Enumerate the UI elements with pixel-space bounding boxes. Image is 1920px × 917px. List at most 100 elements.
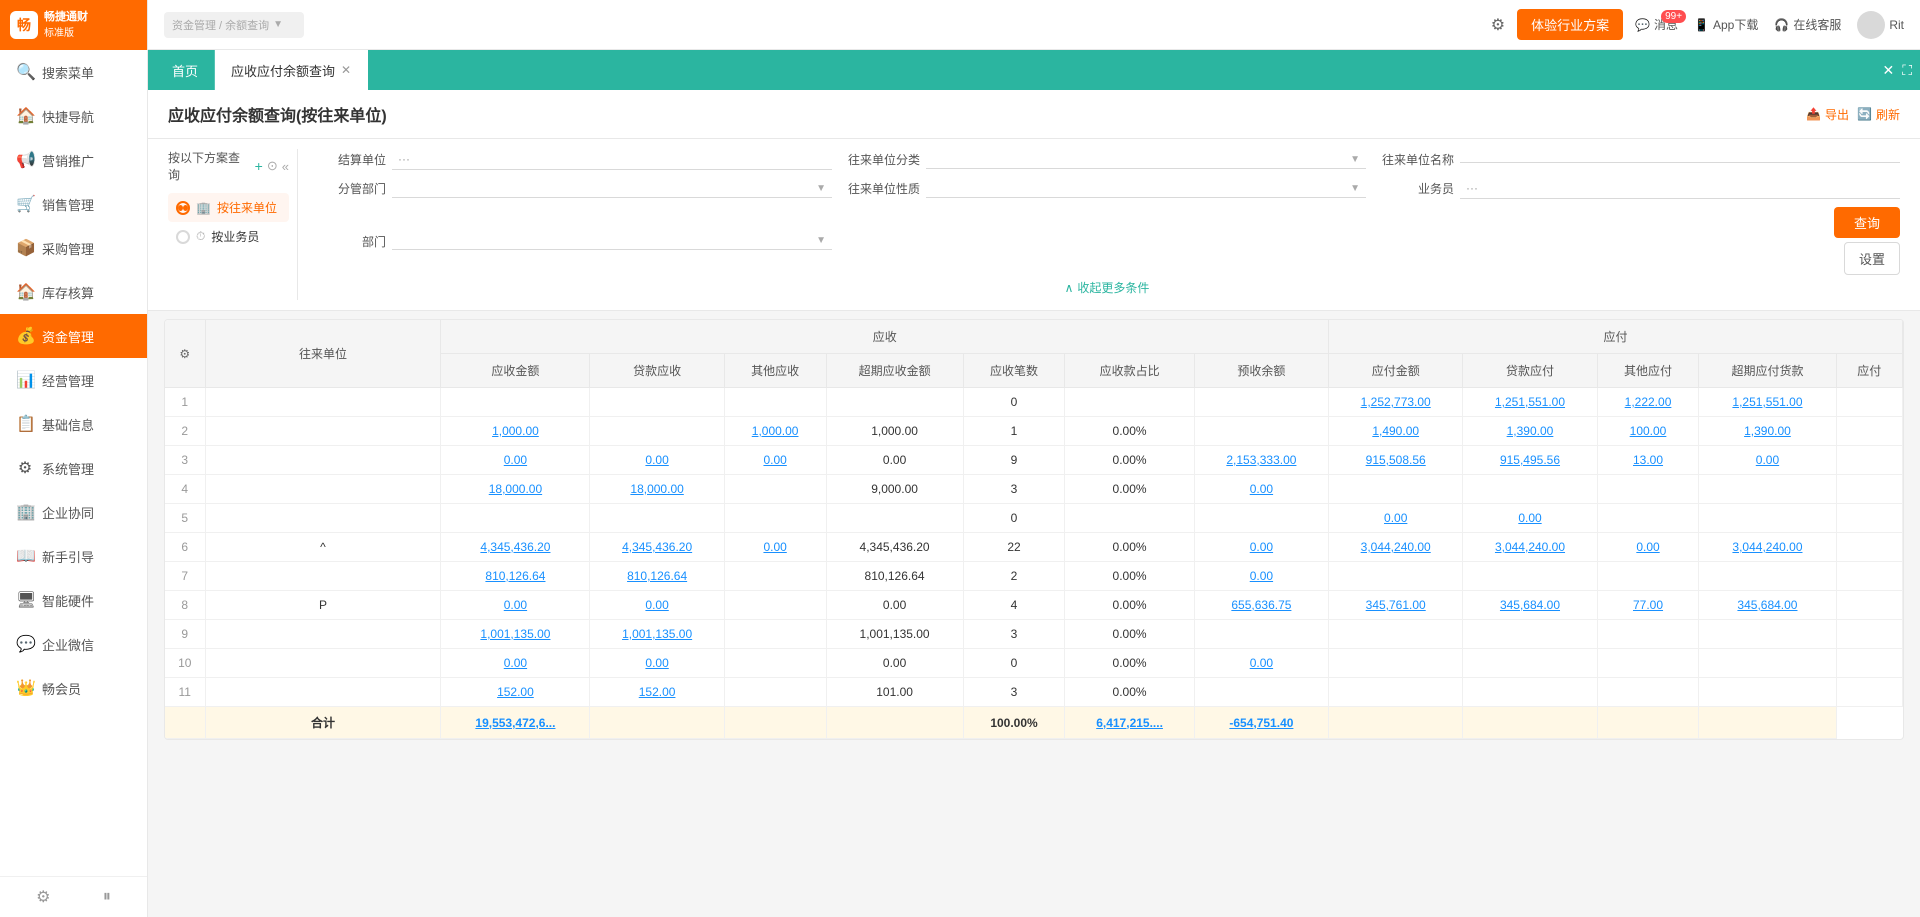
cell-ar-loan[interactable]: 0.00 xyxy=(590,591,724,620)
cell-ar-count: 1 xyxy=(963,417,1065,446)
cell-ar-loan[interactable]: 4,345,436.20 xyxy=(590,533,724,562)
cell-ap-loan[interactable]: 0.00 xyxy=(1463,504,1597,533)
cell-ap-amount[interactable]: 3,044,240.00 xyxy=(1329,533,1463,562)
cell-ar-amount[interactable]: 1,000.00 xyxy=(441,417,590,446)
filter-settings-icon[interactable]: ⊙ xyxy=(267,158,278,174)
cell-ar-loan[interactable]: 18,000.00 xyxy=(590,475,724,504)
sidebar-item-sales[interactable]: 🛒 销售管理 xyxy=(0,182,147,226)
tab-close-icon[interactable]: ✕ xyxy=(341,63,351,77)
cell-prepay[interactable]: 0.00 xyxy=(1194,649,1328,678)
query-button[interactable]: 查询 xyxy=(1834,207,1900,238)
th-settings[interactable]: ⚙ xyxy=(165,320,205,388)
partner-category-input[interactable]: ▼ xyxy=(926,151,1366,169)
service-action[interactable]: 🎧 在线客服 xyxy=(1774,16,1841,33)
cell-prepay[interactable]: 655,636.75 xyxy=(1194,591,1328,620)
add-filter-icon[interactable]: + xyxy=(255,158,263,174)
footer-ap-total[interactable]: -654,751.40 xyxy=(1194,707,1328,739)
cell-ap-other[interactable]: 100.00 xyxy=(1597,417,1699,446)
sidebar-collapse-btn[interactable]: ⏸ xyxy=(103,888,111,906)
cell-ap-overdue[interactable]: 0.00 xyxy=(1699,446,1836,475)
sidebar-item-guide[interactable]: 📖 新手引导 xyxy=(0,534,147,578)
cell-prepay[interactable]: 0.00 xyxy=(1194,562,1328,591)
collapse-button[interactable]: ∧ 收起更多条件 xyxy=(1065,279,1150,296)
sidebar-item-marketing[interactable]: 📢 营销推广 xyxy=(0,138,147,182)
message-action[interactable]: 💬 消息 99+ xyxy=(1635,16,1678,33)
salesman-input[interactable]: ··· xyxy=(1460,178,1900,199)
cell-ar-loan[interactable]: 1,001,135.00 xyxy=(590,620,724,649)
cell-ar-amount[interactable]: 152.00 xyxy=(441,678,590,707)
filter-by-salesman[interactable]: ⏱ 按业务员 xyxy=(168,222,289,251)
settings-icon[interactable]: ⚙ xyxy=(1491,15,1505,35)
cell-ar-loan[interactable]: 0.00 xyxy=(590,446,724,475)
cell-ar-other[interactable]: 1,000.00 xyxy=(724,417,826,446)
cell-ap-overdue[interactable]: 1,390.00 xyxy=(1699,417,1836,446)
filter-by-partner[interactable]: 🏢 按往来单位 xyxy=(168,193,289,222)
sidebar-item-search[interactable]: 🔍 搜索菜单 xyxy=(0,50,147,94)
cell-ap-overdue[interactable]: 1,251,551.00 xyxy=(1699,388,1836,417)
cell-ar-loan[interactable]: 810,126.64 xyxy=(590,562,724,591)
cell-ap-loan[interactable]: 1,390.00 xyxy=(1463,417,1597,446)
cell-ap-overdue[interactable]: 3,044,240.00 xyxy=(1699,533,1836,562)
cell-ap-loan[interactable]: 915,495.56 xyxy=(1463,446,1597,475)
tab-home[interactable]: 首页 xyxy=(156,50,215,90)
cell-ap-amount[interactable]: 1,252,773.00 xyxy=(1329,388,1463,417)
sidebar-settings-btn[interactable]: ⚙ xyxy=(36,887,50,907)
cta-button[interactable]: 体验行业方案 xyxy=(1517,9,1623,40)
sidebar-item-wechat[interactable]: 💬 企业微信 xyxy=(0,622,147,666)
cell-ap-overdue[interactable]: 345,684.00 xyxy=(1699,591,1836,620)
settlement-unit-input[interactable]: ··· xyxy=(392,149,832,170)
sidebar-item-inventory[interactable]: 🏠 库存核算 xyxy=(0,270,147,314)
cell-prepay[interactable]: 0.00 xyxy=(1194,475,1328,504)
cell-ap-other[interactable]: 77.00 xyxy=(1597,591,1699,620)
cell-ar-other[interactable]: 0.00 xyxy=(724,446,826,475)
cell-ar-amount[interactable]: 0.00 xyxy=(441,591,590,620)
cell-ap-other[interactable]: 13.00 xyxy=(1597,446,1699,475)
refresh-button[interactable]: 🔄 刷新 xyxy=(1857,106,1900,123)
cell-ar-amount[interactable]: 0.00 xyxy=(441,446,590,475)
sidebar-item-enterprise[interactable]: 🏢 企业协同 xyxy=(0,490,147,534)
tab-close-all-icon[interactable]: ✕ xyxy=(1882,62,1894,79)
cell-ar-amount[interactable]: 1,001,135.00 xyxy=(441,620,590,649)
sidebar-item-capital[interactable]: 💰 资金管理 xyxy=(0,314,147,358)
partner-name-input[interactable] xyxy=(1460,156,1900,163)
cell-ap-amount[interactable]: 1,490.00 xyxy=(1329,417,1463,446)
table-group-header: ⚙ 往来单位 应收 应付 xyxy=(165,320,1903,354)
cell-ap-loan[interactable]: 1,251,551.00 xyxy=(1463,388,1597,417)
sidebar-item-hardware[interactable]: 🖥 智能硬件 xyxy=(0,578,147,622)
cell-ar-loan[interactable]: 152.00 xyxy=(590,678,724,707)
tab-balance-query[interactable]: 应收应付余额查询 ✕ xyxy=(215,50,368,90)
dept-input[interactable]: ▼ xyxy=(392,232,832,250)
cell-ap-amount[interactable]: 915,508.56 xyxy=(1329,446,1463,475)
dept-manage-input[interactable]: ▼ xyxy=(392,180,832,198)
footer-prepay[interactable]: 6,417,215.... xyxy=(1065,707,1194,739)
export-button[interactable]: 📤 导出 xyxy=(1806,106,1849,123)
cell-prepay[interactable]: 0.00 xyxy=(1194,533,1328,562)
cell-prepay[interactable]: 2,153,333.00 xyxy=(1194,446,1328,475)
cell-ar-other[interactable]: 0.00 xyxy=(724,533,826,562)
sidebar-item-quick[interactable]: 🏠 快捷导航 xyxy=(0,94,147,138)
setting-button[interactable]: 设置 xyxy=(1844,242,1900,275)
cell-ar-amount[interactable]: 0.00 xyxy=(441,649,590,678)
cell-ap-amount[interactable]: 0.00 xyxy=(1329,504,1463,533)
cell-ap-amount[interactable]: 345,761.00 xyxy=(1329,591,1463,620)
partner-nature-input[interactable]: ▼ xyxy=(926,180,1366,198)
sidebar-item-member[interactable]: 👑 畅会员 xyxy=(0,666,147,710)
breadcrumb-input-area[interactable]: 资金管理 / 余额查询 ▼ xyxy=(164,12,304,38)
sidebar-item-system[interactable]: ⚙ 系统管理 xyxy=(0,446,147,490)
tab-expand-icon[interactable]: ⛶ xyxy=(1902,62,1912,79)
user-info[interactable]: Rit xyxy=(1857,11,1904,39)
cell-ap-loan[interactable]: 3,044,240.00 xyxy=(1463,533,1597,562)
cell-ar-amount[interactable]: 810,126.64 xyxy=(441,562,590,591)
cell-ar-loan[interactable]: 0.00 xyxy=(590,649,724,678)
cell-ar-amount[interactable]: 18,000.00 xyxy=(441,475,590,504)
filter-collapse-icon[interactable]: « xyxy=(282,159,289,174)
cell-ap-other[interactable]: 1,222.00 xyxy=(1597,388,1699,417)
sidebar-item-operation[interactable]: 📊 经营管理 xyxy=(0,358,147,402)
footer-ar-total[interactable]: 19,553,472,6... xyxy=(441,707,590,739)
sidebar-item-basic[interactable]: 📋 基础信息 xyxy=(0,402,147,446)
cell-ap-other[interactable]: 0.00 xyxy=(1597,533,1699,562)
app-download-action[interactable]: 📱 App下载 xyxy=(1694,16,1758,33)
sidebar-item-purchase[interactable]: 📦 采购管理 xyxy=(0,226,147,270)
cell-ap-loan[interactable]: 345,684.00 xyxy=(1463,591,1597,620)
cell-ar-amount[interactable]: 4,345,436.20 xyxy=(441,533,590,562)
